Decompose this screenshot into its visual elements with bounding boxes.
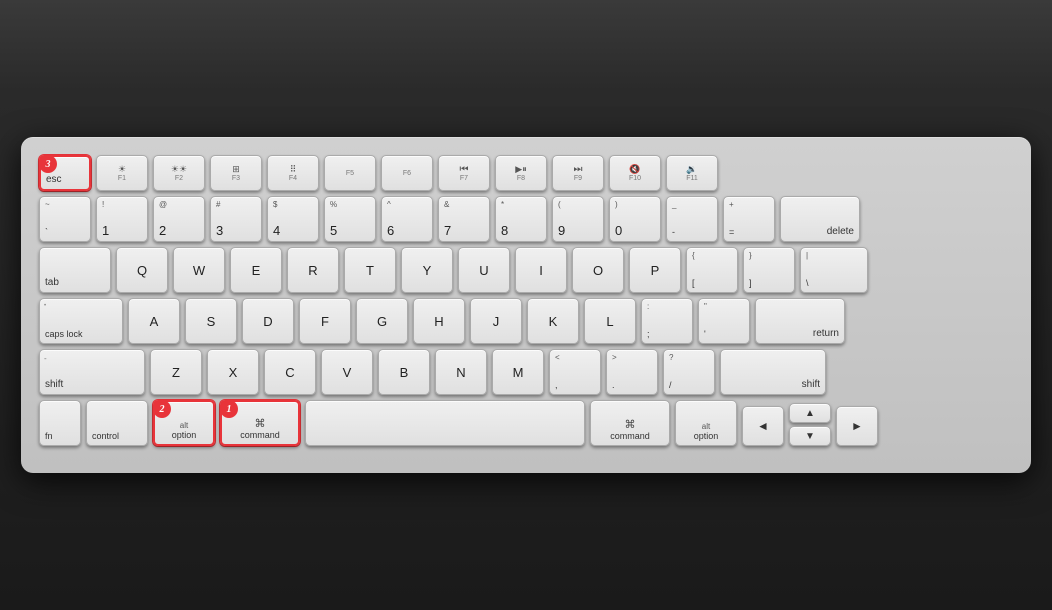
v-key[interactable]: V (321, 349, 373, 395)
e-key[interactable]: E (230, 247, 282, 293)
6-key[interactable]: ^ 6 (381, 196, 433, 242)
backslash-key[interactable]: | \ (800, 247, 868, 293)
t-key[interactable]: T (344, 247, 396, 293)
equals-key[interactable]: + = (723, 196, 775, 242)
a-key[interactable]: A (128, 298, 180, 344)
n-key[interactable]: N (435, 349, 487, 395)
caps-lock-key[interactable]: • caps lock (39, 298, 123, 344)
9-key[interactable]: ( 9 (552, 196, 604, 242)
j-key[interactable]: J (470, 298, 522, 344)
d-key[interactable]: D (242, 298, 294, 344)
esc-badge: 3 (39, 155, 57, 173)
i-key[interactable]: I (515, 247, 567, 293)
o-key[interactable]: O (572, 247, 624, 293)
command-right-key[interactable]: ⌘ command (590, 400, 670, 446)
bottom-row: fn control 2 alt option 1 ⌘ command (39, 400, 1013, 446)
command-left-label: command (240, 430, 280, 440)
2-key[interactable]: @ 2 (153, 196, 205, 242)
f1-key[interactable]: ☀ F1 (96, 155, 148, 191)
s-key[interactable]: S (185, 298, 237, 344)
fn-key[interactable]: fn (39, 400, 81, 446)
keyboard-body: 3 esc ☀ F1 ☀☀ F2 ⊞ F3 ⠿ F4 (21, 137, 1031, 473)
bracket-close-key[interactable]: } ] (743, 247, 795, 293)
option-left-key[interactable]: 2 alt option (153, 400, 215, 446)
c-key[interactable]: C (264, 349, 316, 395)
u-key[interactable]: U (458, 247, 510, 293)
f-key[interactable]: F (299, 298, 351, 344)
f7-key[interactable]: ⏮ F7 (438, 155, 490, 191)
f9-key[interactable]: ⏭ F9 (552, 155, 604, 191)
k-key[interactable]: K (527, 298, 579, 344)
f5-key[interactable]: F5 (324, 155, 376, 191)
p-key[interactable]: P (629, 247, 681, 293)
8-key[interactable]: * 8 (495, 196, 547, 242)
option-left-label: option (172, 430, 197, 440)
f6-key[interactable]: F6 (381, 155, 433, 191)
number-row: ~ ` ! 1 @ 2 # 3 $ 4 % 5 (39, 196, 1013, 242)
down-arrow-key[interactable]: ▼ (789, 426, 831, 446)
z-key[interactable]: Z (150, 349, 202, 395)
w-key[interactable]: W (173, 247, 225, 293)
period-key[interactable]: > . (606, 349, 658, 395)
control-key[interactable]: control (86, 400, 148, 446)
left-arrow-key[interactable]: ◄ (742, 406, 784, 446)
f3-key[interactable]: ⊞ F3 (210, 155, 262, 191)
f10-key[interactable]: 🔇 F10 (609, 155, 661, 191)
x-key[interactable]: X (207, 349, 259, 395)
q-key[interactable]: Q (116, 247, 168, 293)
semicolon-key[interactable]: : ; (641, 298, 693, 344)
4-key[interactable]: $ 4 (267, 196, 319, 242)
m-key[interactable]: M (492, 349, 544, 395)
shift-row: - shift Z X C V B N M < , > . ? / shif (39, 349, 1013, 395)
command-left-key[interactable]: 1 ⌘ command (220, 400, 300, 446)
spacebar-key[interactable] (305, 400, 585, 446)
caps-row: • caps lock A S D F G H J K L : ; " ' re… (39, 298, 1013, 344)
return-key[interactable]: return (755, 298, 845, 344)
comma-key[interactable]: < , (549, 349, 601, 395)
delete-key[interactable]: delete (780, 196, 860, 242)
y-key[interactable]: Y (401, 247, 453, 293)
tilde-key[interactable]: ~ ` (39, 196, 91, 242)
f11-key[interactable]: 🔉 F11 (666, 155, 718, 191)
h-key[interactable]: H (413, 298, 465, 344)
esc-label: esc (46, 175, 62, 185)
right-arrow-key[interactable]: ► (836, 406, 878, 446)
3-key[interactable]: # 3 (210, 196, 262, 242)
command-right-label: command (610, 431, 650, 441)
fn-row: 3 esc ☀ F1 ☀☀ F2 ⊞ F3 ⠿ F4 (39, 155, 1013, 191)
esc-key[interactable]: 3 esc (39, 155, 91, 191)
bracket-open-key[interactable]: { [ (686, 247, 738, 293)
1-key[interactable]: ! 1 (96, 196, 148, 242)
vertical-arrows: ▲ ▼ (789, 403, 831, 446)
b-key[interactable]: B (378, 349, 430, 395)
g-key[interactable]: G (356, 298, 408, 344)
f8-key[interactable]: ▶⏸ F8 (495, 155, 547, 191)
slash-key[interactable]: ? / (663, 349, 715, 395)
left-shift-key[interactable]: - shift (39, 349, 145, 395)
command-badge: 1 (220, 400, 238, 418)
f2-key[interactable]: ☀☀ F2 (153, 155, 205, 191)
tab-key[interactable]: tab (39, 247, 111, 293)
l-key[interactable]: L (584, 298, 636, 344)
option-badge: 2 (153, 400, 171, 418)
f4-key[interactable]: ⠿ F4 (267, 155, 319, 191)
7-key[interactable]: & 7 (438, 196, 490, 242)
option-right-key[interactable]: alt option (675, 400, 737, 446)
r-key[interactable]: R (287, 247, 339, 293)
option-right-label: option (694, 431, 719, 441)
tab-row: tab Q W E R T Y U I O P { [ } ] | \ (39, 247, 1013, 293)
up-arrow-key[interactable]: ▲ (789, 403, 831, 423)
keyboard-container: 3 esc ☀ F1 ☀☀ F2 ⊞ F3 ⠿ F4 (0, 0, 1052, 610)
5-key[interactable]: % 5 (324, 196, 376, 242)
minus-key[interactable]: _ - (666, 196, 718, 242)
quote-key[interactable]: " ' (698, 298, 750, 344)
0-key[interactable]: ) 0 (609, 196, 661, 242)
right-shift-key[interactable]: shift (720, 349, 826, 395)
